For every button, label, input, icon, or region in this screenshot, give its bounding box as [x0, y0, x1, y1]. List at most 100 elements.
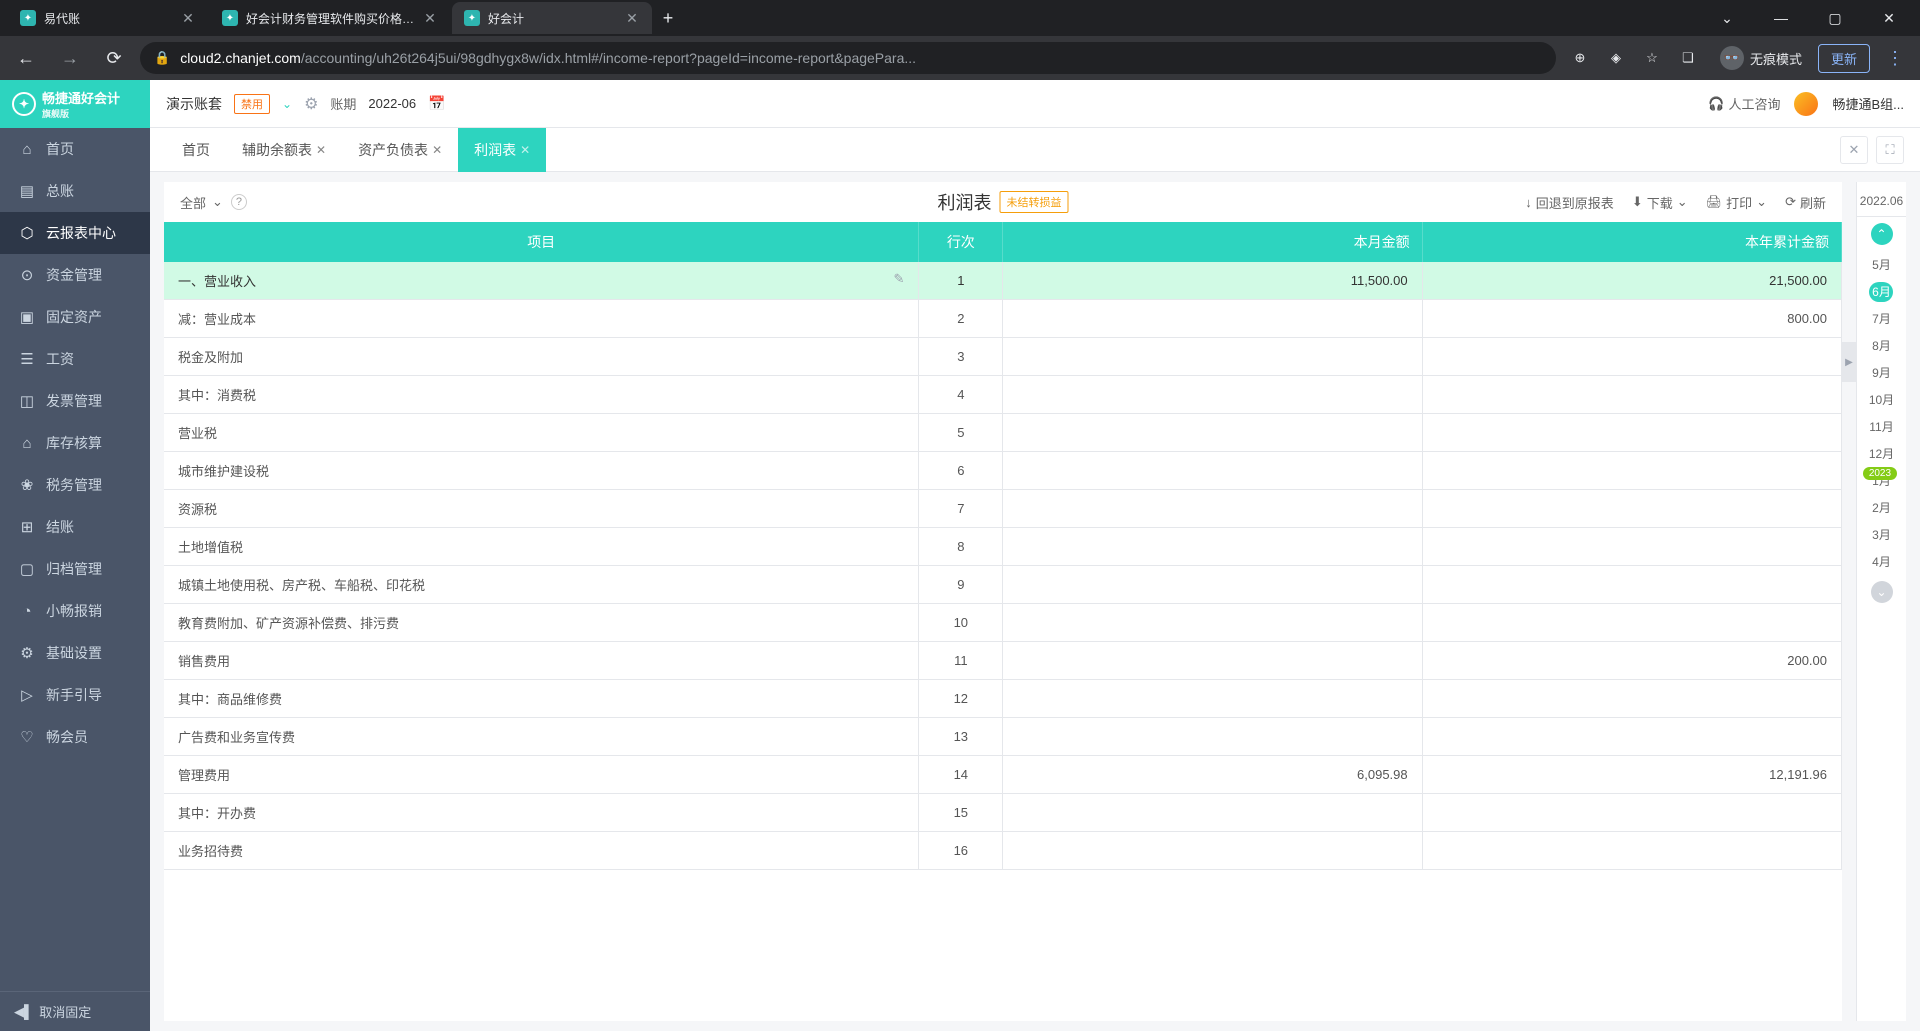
browser-tab[interactable]: ✦好会计财务管理软件购买价格及费✕ [210, 2, 450, 34]
incognito-badge: 👓 无痕模式 [1712, 46, 1810, 70]
sidebar-item[interactable]: ⌂首页 [0, 128, 150, 170]
month-item[interactable]: 10月 [1869, 386, 1894, 413]
table-row[interactable]: 其中：开办费 15 [164, 794, 1842, 832]
sidebar-item[interactable]: ☰工资 [0, 338, 150, 380]
table-row[interactable]: 业务招待费 16 [164, 832, 1842, 870]
sidebar-item[interactable]: ⬡云报表中心 [0, 212, 150, 254]
url-bar[interactable]: 🔒 cloud2.chanjet.com/accounting/uh26t264… [140, 42, 1556, 74]
month-item[interactable]: 4月 [1869, 548, 1894, 575]
download-button[interactable]: ⬇下载⌄ [1632, 193, 1688, 212]
sidebar-item[interactable]: ▣固定资产 [0, 296, 150, 338]
sidebar-item[interactable]: ⚙基础设置 [0, 632, 150, 674]
close-icon[interactable]: ✕ [432, 143, 442, 157]
extensions-icon[interactable]: ❏ [1672, 42, 1704, 74]
table-row[interactable]: 减：营业成本 2 800.00 [164, 300, 1842, 338]
sidebar-item[interactable]: ◔小畅报销 [0, 590, 150, 632]
sidebar-item[interactable]: ❀税务管理 [0, 464, 150, 506]
month-item[interactable]: 5月 [1869, 251, 1894, 278]
table-row[interactable]: 其中：消费税 4 [164, 376, 1842, 414]
sidebar-item[interactable]: ▤总账 [0, 170, 150, 212]
unpin-button[interactable]: ◀▌ 取消固定 [0, 991, 150, 1031]
scroll-up-button[interactable]: ⌃ [1871, 223, 1893, 245]
table-row[interactable]: 资源税 7 [164, 490, 1842, 528]
logo[interactable]: ✦ 畅捷通好会计 旗舰版 [0, 80, 150, 128]
tab-close-icon[interactable]: ✕ [180, 10, 196, 26]
menu-button[interactable]: ⋮ [1878, 48, 1912, 69]
calendar-icon[interactable]: 📅 [428, 95, 445, 112]
app-tab[interactable]: 利润表✕ [458, 128, 546, 172]
sidebar-item[interactable]: ⊞结账 [0, 506, 150, 548]
month-item[interactable]: 9月 [1869, 359, 1894, 386]
support-link[interactable]: 🎧 人工咨询 [1708, 94, 1780, 113]
print-button[interactable]: 🖨打印⌄ [1706, 193, 1767, 212]
minimize-button[interactable]: ― [1758, 2, 1804, 34]
table-row[interactable]: 其中：商品维修费 12 [164, 680, 1842, 718]
month-item[interactable]: 7月 [1869, 305, 1894, 332]
table-row[interactable]: 土地增值税 8 [164, 528, 1842, 566]
expand-handle[interactable]: ▶ [1842, 342, 1856, 382]
sidebar-item[interactable]: ⌂库存核算 [0, 422, 150, 464]
app-tab[interactable]: 辅助余额表✕ [226, 128, 342, 172]
reset-button[interactable]: ↓回退到原报表 [1525, 193, 1614, 212]
month-item[interactable]: 2月 [1869, 494, 1894, 521]
filter-dropdown[interactable]: 全部 ⌄ [180, 193, 223, 212]
table-row[interactable]: 管理费用 14 6,095.98 12,191.96 [164, 756, 1842, 794]
table-row[interactable]: 城市维护建设税 6 [164, 452, 1842, 490]
help-icon[interactable]: ? [231, 194, 247, 210]
close-icon[interactable]: ✕ [520, 143, 530, 157]
account-name[interactable]: 演示账套 [166, 94, 222, 114]
refresh-button[interactable]: ⟳刷新 [1785, 193, 1826, 212]
period-value[interactable]: 2022-06 [368, 96, 416, 111]
cell-month [1003, 300, 1422, 338]
caret-down-icon[interactable]: ⌄ [1704, 2, 1750, 34]
reload-button[interactable]: ⟳ [96, 40, 132, 76]
tab-close-icon[interactable]: ✕ [624, 10, 640, 26]
sidebar-item[interactable]: ◫发票管理 [0, 380, 150, 422]
sidebar-item[interactable]: ▷新手引导 [0, 674, 150, 716]
browser-tab[interactable]: ✦好会计✕ [452, 2, 652, 34]
fullscreen-button[interactable]: ⛶ [1876, 136, 1904, 164]
table-row[interactable]: 城镇土地使用税、房产税、车船税、印花税 9 [164, 566, 1842, 604]
table-row[interactable]: 营业税 5 [164, 414, 1842, 452]
sidebar-item[interactable]: ▢归档管理 [0, 548, 150, 590]
search-icon[interactable]: ⊕ [1564, 42, 1596, 74]
cell-row: 9 [919, 566, 1003, 604]
table-row[interactable]: 税金及附加 3 [164, 338, 1842, 376]
forward-button[interactable]: → [52, 40, 88, 76]
extension-icon[interactable]: ◈ [1600, 42, 1632, 74]
table-row[interactable]: 广告费和业务宣传费 13 [164, 718, 1842, 756]
app-tab[interactable]: 首页 [166, 128, 226, 172]
close-all-tabs-button[interactable]: ✕ [1840, 136, 1868, 164]
month-item[interactable]: 8月 [1869, 332, 1894, 359]
update-button[interactable]: 更新 [1818, 44, 1870, 73]
back-button[interactable]: ← [8, 40, 44, 76]
maximize-button[interactable]: ▢ [1812, 2, 1858, 34]
edit-icon[interactable]: ✎ [893, 271, 904, 287]
tab-close-icon[interactable]: ✕ [422, 10, 438, 26]
account-caret-icon[interactable]: ⌄ [282, 97, 292, 111]
new-tab-button[interactable]: + [654, 4, 682, 32]
user-avatar[interactable] [1794, 92, 1818, 116]
sidebar-item[interactable]: ♡畅会员 [0, 716, 150, 758]
close-icon[interactable]: ✕ [316, 143, 326, 157]
month-item[interactable]: 11月 [1869, 413, 1894, 440]
browser-tab[interactable]: ✦易代账✕ [8, 2, 208, 34]
nav-label: 归档管理 [46, 559, 102, 579]
bookmark-icon[interactable]: ☆ [1636, 42, 1668, 74]
scroll-down-button[interactable]: ⌄ [1871, 581, 1893, 603]
table-row[interactable]: 销售费用 11 200.00 [164, 642, 1842, 680]
app-tab[interactable]: 资产负债表✕ [342, 128, 458, 172]
table-row[interactable]: 教育费附加、矿产资源补偿费、排污费 10 [164, 604, 1842, 642]
th-row: 行次 [919, 222, 1003, 262]
user-name[interactable]: 畅捷通B组... [1832, 94, 1904, 113]
table-wrap[interactable]: 项目 行次 本月金额 本年累计金额 一、营业收入✎ 1 11,500.00 21… [164, 222, 1842, 1021]
year-label[interactable]: 2022.06 [1857, 186, 1906, 217]
nav-icon: ▣ [18, 308, 36, 326]
gear-icon[interactable]: ⚙ [304, 94, 318, 114]
month-item[interactable]: 12月 [1869, 440, 1894, 467]
month-item[interactable]: 3月 [1869, 521, 1894, 548]
table-row[interactable]: 一、营业收入✎ 1 11,500.00 21,500.00 [164, 262, 1842, 300]
close-window-button[interactable]: ✕ [1866, 2, 1912, 34]
month-item[interactable]: 6月 [1869, 278, 1894, 305]
sidebar-item[interactable]: ⊙资金管理 [0, 254, 150, 296]
